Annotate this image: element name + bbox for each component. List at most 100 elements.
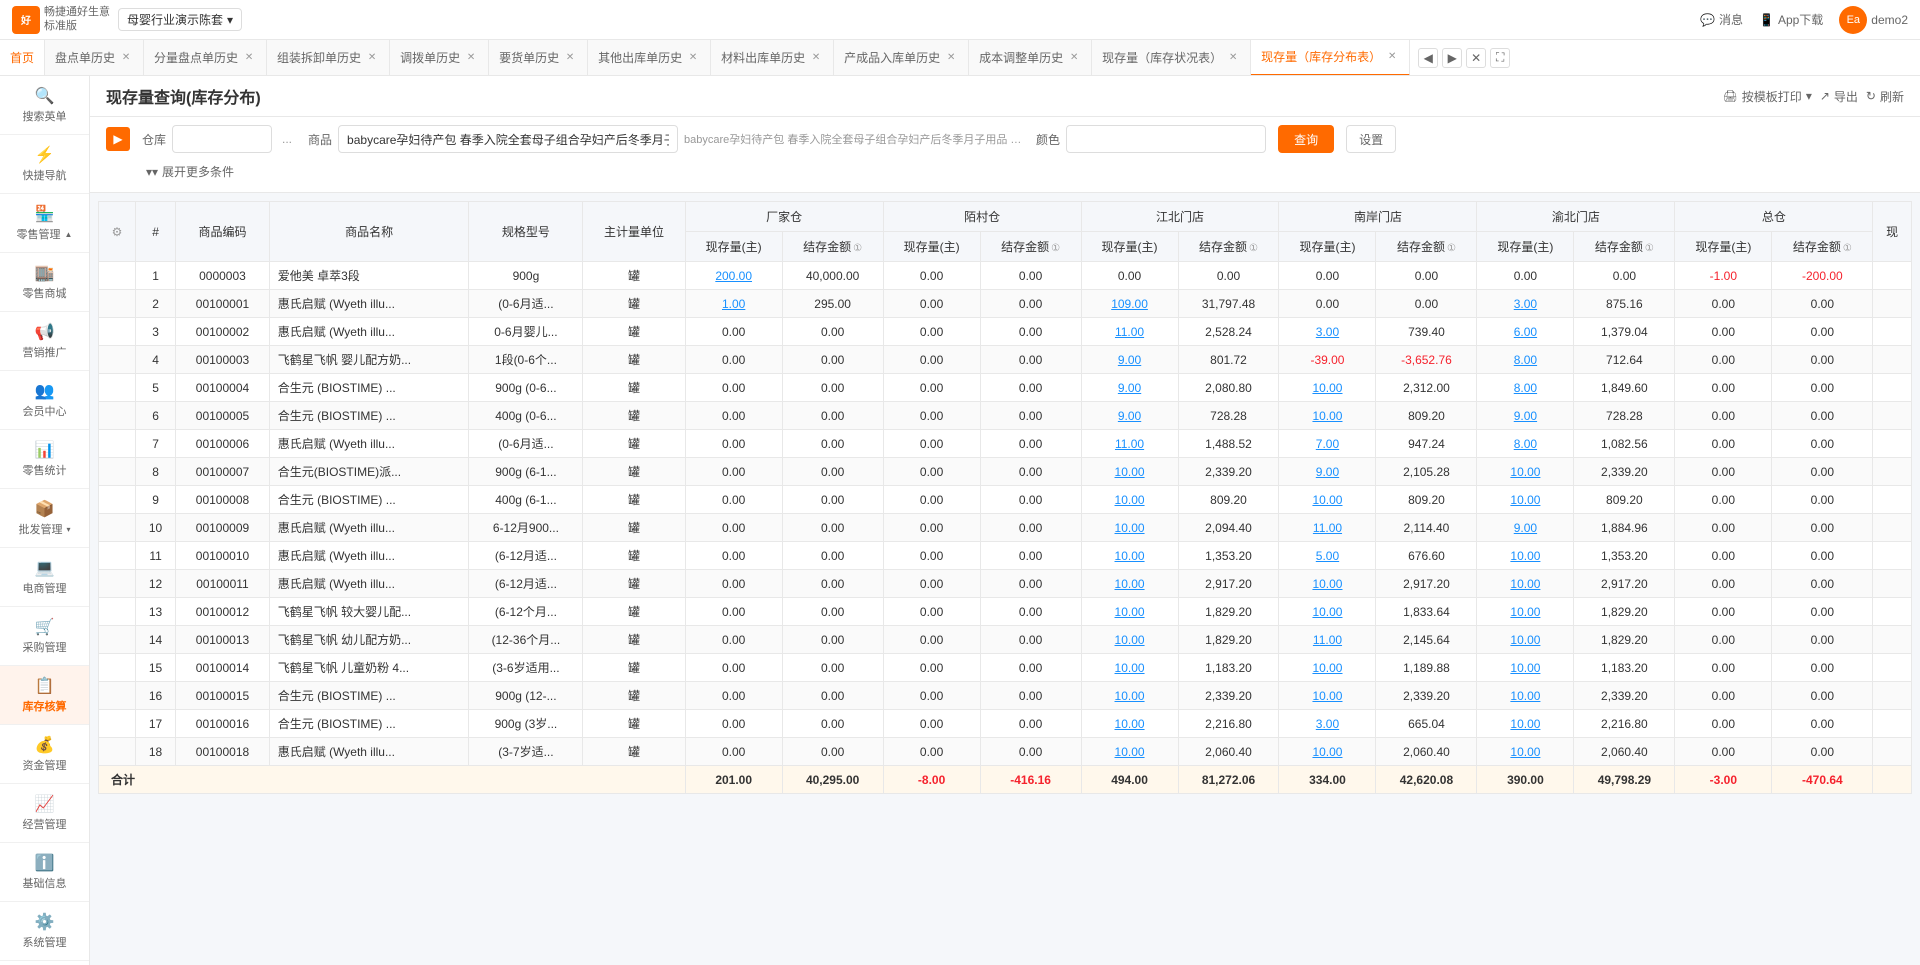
qty-link[interactable]: 6.00 — [1514, 325, 1537, 339]
qty-link[interactable]: 10.00 — [1510, 661, 1540, 675]
sidebar-item-basic[interactable]: ℹ️ 基础信息 — [0, 843, 89, 902]
qty-link[interactable]: 8.00 — [1514, 437, 1537, 451]
tab-close-icon[interactable]: ✕ — [119, 51, 133, 65]
qty-link[interactable]: 10.00 — [1510, 465, 1540, 479]
query-button[interactable]: 查询 — [1278, 125, 1334, 153]
qty-link[interactable]: 10.00 — [1115, 521, 1145, 535]
info-icon[interactable]: ① — [1051, 243, 1060, 254]
qty-link[interactable]: 5.00 — [1316, 549, 1339, 563]
sidebar-item-retail-stats[interactable]: 📊 零售统计 — [0, 430, 89, 489]
tab-fenpandian[interactable]: 分量盘点单历史 ✕ — [144, 40, 267, 76]
tab-close-icon[interactable]: ✕ — [1067, 51, 1081, 65]
sidebar-item-member[interactable]: 👥 会员中心 — [0, 371, 89, 430]
sidebar-item-operations[interactable]: 📈 经营管理 — [0, 784, 89, 843]
qty-link[interactable]: 9.00 — [1118, 381, 1141, 395]
qty-link[interactable]: 10.00 — [1115, 689, 1145, 703]
info-icon[interactable]: ① — [1645, 243, 1654, 254]
sidebar-item-retail-mall[interactable]: 🏬 零售商城 — [0, 253, 89, 312]
qty-link[interactable]: 10.00 — [1115, 549, 1145, 563]
sidebar-item-collab[interactable]: 🤝 企业协同 — [0, 961, 89, 965]
qty-link[interactable]: 10.00 — [1312, 745, 1342, 759]
qty-link[interactable]: 10.00 — [1115, 717, 1145, 731]
export-btn[interactable]: ↗ 导出 — [1820, 88, 1858, 105]
qty-link[interactable]: 109.00 — [1111, 297, 1148, 311]
qty-link[interactable]: 11.00 — [1313, 521, 1342, 535]
print-btn[interactable]: 🖨 按模板打印 ▾ — [1723, 88, 1812, 105]
qty-link[interactable]: 10.00 — [1510, 689, 1540, 703]
qty-link[interactable]: 10.00 — [1115, 661, 1145, 675]
sidebar-item-retail-mgmt[interactable]: 🏪 零售管理 ▲ — [0, 194, 89, 253]
company-selector[interactable]: 母婴行业演示陈套 ▾ — [118, 8, 242, 31]
tab-close-icon[interactable]: ✕ — [1226, 51, 1240, 65]
qty-link[interactable]: 10.00 — [1312, 493, 1342, 507]
qty-link[interactable]: 10.00 — [1312, 409, 1342, 423]
qty-link[interactable]: 11.00 — [1115, 437, 1144, 451]
sidebar-item-wholesale[interactable]: 📦 批发管理 ▾ — [0, 489, 89, 548]
qty-link[interactable]: 10.00 — [1115, 605, 1145, 619]
info-icon[interactable]: ① — [853, 243, 862, 254]
qty-link[interactable]: 10.00 — [1312, 577, 1342, 591]
tab-diaobo[interactable]: 调拨单历史 ✕ — [390, 40, 489, 76]
warehouse-input[interactable] — [172, 125, 272, 153]
qty-link[interactable]: 9.00 — [1514, 521, 1537, 535]
info-icon[interactable]: ① — [1249, 243, 1258, 254]
sidebar-item-purchase[interactable]: 🛒 采购管理 — [0, 607, 89, 666]
sidebar-item-ecommerce[interactable]: 💻 电商管理 — [0, 548, 89, 607]
message-btn[interactable]: 💬 消息 — [1700, 11, 1743, 28]
tab-close-icon[interactable]: ✕ — [365, 51, 379, 65]
sidebar-item-finance[interactable]: 💰 资金管理 — [0, 725, 89, 784]
tab-close-icon[interactable]: ✕ — [242, 51, 256, 65]
qty-link[interactable]: 11.00 — [1313, 633, 1342, 647]
product-input[interactable] — [338, 125, 678, 153]
info-icon[interactable]: ① — [1843, 243, 1852, 254]
qty-link[interactable]: 9.00 — [1316, 465, 1339, 479]
expand-conditions-btn[interactable]: ▾▾ 展开更多条件 — [138, 159, 1904, 184]
qty-link[interactable]: 10.00 — [1312, 605, 1342, 619]
tab-close-icon[interactable]: ✕ — [563, 51, 577, 65]
warehouse-dots-btn[interactable]: ... — [278, 132, 296, 146]
tabs-close-btn[interactable]: ✕ — [1466, 48, 1486, 68]
qty-link[interactable]: 10.00 — [1510, 605, 1540, 619]
qty-link[interactable]: 10.00 — [1115, 577, 1145, 591]
qty-link[interactable]: 3.00 — [1316, 717, 1339, 731]
qty-link[interactable]: 9.00 — [1514, 409, 1537, 423]
qty-link[interactable]: 11.00 — [1115, 325, 1144, 339]
qty-link[interactable]: 9.00 — [1118, 353, 1141, 367]
app-download-btn[interactable]: 📱 App下载 — [1759, 11, 1823, 28]
tab-close-icon[interactable]: ✕ — [809, 51, 823, 65]
tab-pandian[interactable]: 盘点单历史 ✕ — [45, 40, 144, 76]
qty-link[interactable]: 10.00 — [1510, 745, 1540, 759]
qty-link[interactable]: 3.00 — [1316, 325, 1339, 339]
tab-close-icon[interactable]: ✕ — [686, 51, 700, 65]
sidebar-item-marketing[interactable]: 📢 营销推广 — [0, 312, 89, 371]
qty-link[interactable]: 10.00 — [1115, 493, 1145, 507]
settings-button[interactable]: 设置 — [1346, 125, 1396, 153]
qty-link[interactable]: 10.00 — [1510, 577, 1540, 591]
sidebar-item-nav[interactable]: ⚡ 快捷导航 — [0, 135, 89, 194]
tab-chengben[interactable]: 成本调整单历史 ✕ — [969, 40, 1092, 76]
refresh-btn[interactable]: ↻ 刷新 — [1866, 88, 1904, 105]
qty-link[interactable]: 10.00 — [1312, 381, 1342, 395]
qty-link[interactable]: 7.00 — [1316, 437, 1339, 451]
tab-close-icon[interactable]: ✕ — [1385, 50, 1399, 64]
sidebar-item-inventory[interactable]: 📋 库存核算 — [0, 666, 89, 725]
qty-link[interactable]: 10.00 — [1312, 661, 1342, 675]
tab-cailiao[interactable]: 材料出库单历史 ✕ — [711, 40, 834, 76]
qty-link[interactable]: 8.00 — [1514, 381, 1537, 395]
qty-link[interactable]: 9.00 — [1118, 409, 1141, 423]
qty-link[interactable]: 10.00 — [1115, 745, 1145, 759]
tab-yaohuo[interactable]: 要货单历史 ✕ — [489, 40, 588, 76]
tabs-prev-btn[interactable]: ◀ — [1418, 48, 1438, 68]
tab-close-icon[interactable]: ✕ — [464, 51, 478, 65]
qty-link[interactable]: 1.00 — [722, 297, 745, 311]
qty-link[interactable]: 3.00 — [1514, 297, 1537, 311]
tab-chancheng[interactable]: 产成品入库单历史 ✕ — [834, 40, 969, 76]
qty-link[interactable]: 10.00 — [1510, 717, 1540, 731]
tab-zuzhuang[interactable]: 组装拆卸单历史 ✕ — [267, 40, 390, 76]
tabs-next-btn[interactable]: ▶ — [1442, 48, 1462, 68]
tabs-expand-btn[interactable]: ⛶ — [1490, 48, 1510, 68]
user-area[interactable]: Ea demo2 — [1839, 6, 1908, 34]
qty-link[interactable]: 8.00 — [1514, 353, 1537, 367]
tab-xiancunliang-fenbiao[interactable]: 现存量（库存分布表） ✕ — [1251, 40, 1410, 76]
qty-link[interactable]: 10.00 — [1510, 549, 1540, 563]
